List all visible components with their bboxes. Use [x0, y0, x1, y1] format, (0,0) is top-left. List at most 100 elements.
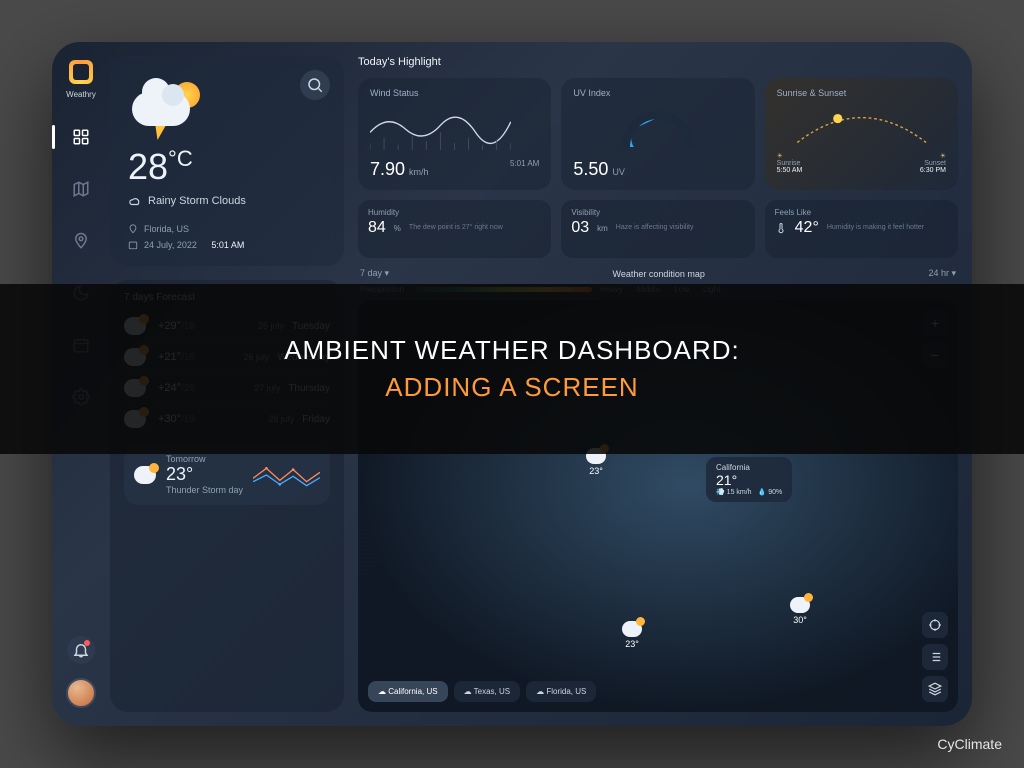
weather-icon	[128, 78, 208, 138]
visibility-unit: km	[597, 224, 608, 233]
nav-dashboard[interactable]	[52, 121, 110, 153]
humidity-unit: %	[394, 224, 401, 233]
highlight-row: Wind Status 7.90 km/h 5:01 AM UV Index 5.5…	[358, 78, 958, 190]
layers-button[interactable]	[922, 676, 948, 702]
uv-unit: UV	[612, 167, 625, 177]
current-temp: 28°C	[128, 146, 326, 188]
time-text: 5:01 AM	[211, 240, 244, 250]
datetime-row: 24 July, 2022 5:01 AM	[128, 240, 326, 250]
highlight-title: Today's Highlight	[358, 56, 958, 68]
grid-icon	[72, 128, 90, 146]
title-overlay: AMBIENT WEATHER DASHBOARD: ADDING A SCRE…	[0, 284, 1024, 454]
location-text: Florida, US	[144, 224, 189, 234]
current-weather-card: 28°C Rainy Storm Clouds Florida, US 24 J…	[110, 56, 344, 266]
sunset-block: ☀ Sunset6:30 PM	[920, 152, 946, 174]
visibility-title: Visibility	[571, 208, 744, 217]
app-logo	[69, 60, 93, 84]
bell-icon	[72, 641, 90, 659]
cloud-sun-icon	[134, 466, 156, 484]
visibility-note: Haze is affecting visibility	[616, 224, 694, 232]
tomorrow-text: Tomorrow 23° Thunder Storm day	[166, 454, 243, 495]
wind-card: Wind Status 7.90 km/h 5:01 AM	[358, 78, 551, 190]
feels-note: Humidity is making it feel hotter	[827, 224, 924, 232]
callout-humidity: 90%	[768, 489, 782, 496]
sun-card: Sunrise & Sunset ☀ Sunrise5:50 AM ☀ Suns…	[765, 78, 958, 190]
nav-map[interactable]	[52, 173, 110, 205]
visibility-card: Visibility 03 km Haze is affecting visibil…	[561, 200, 754, 258]
callout-wind: 15 km/h	[727, 489, 752, 496]
pin-icon	[72, 232, 90, 250]
feels-title: Feels Like	[775, 208, 948, 217]
brand-name: Weathry	[66, 90, 96, 99]
visibility-value: 03	[571, 219, 589, 237]
sun-arc	[777, 102, 946, 148]
sunrise-time: 5:50 AM	[777, 167, 803, 174]
wind-title: Wind Status	[370, 88, 539, 98]
sunset-time: 6:30 PM	[920, 167, 946, 174]
sunrise-label: Sunrise	[777, 160, 803, 167]
location-row: Florida, US	[128, 224, 326, 234]
temp-value: 28	[128, 146, 168, 187]
sunrise-block: ☀ Sunrise5:50 AM	[777, 152, 803, 174]
temp-unit: °C	[168, 146, 193, 171]
humidity-value: 84	[368, 219, 386, 237]
cloud-icon	[128, 194, 142, 208]
wind-unit: km/h	[409, 167, 429, 177]
map-range-right[interactable]: 24 hr ▾	[928, 268, 956, 279]
sun-title: Sunrise & Sunset	[777, 88, 946, 98]
current-condition: Rainy Storm Clouds	[128, 194, 326, 208]
user-avatar[interactable]	[66, 678, 96, 708]
map-callout: California 21° 💨 15 km/h💧 90%	[706, 457, 792, 502]
watermark: CyClimate	[937, 736, 1002, 752]
callout-temp: 21°	[716, 472, 782, 488]
uv-title: UV Index	[573, 88, 742, 98]
wind-value: 7.90	[370, 159, 405, 179]
sidebar-bottom	[66, 636, 96, 708]
map-icon	[72, 180, 90, 198]
search-button[interactable]	[300, 70, 330, 100]
uv-value: 5.50	[573, 159, 608, 179]
tomorrow-temp: 23°	[166, 464, 243, 485]
sunset-label: Sunset	[920, 160, 946, 167]
overlay-line1: AMBIENT WEATHER DASHBOARD:	[284, 335, 740, 366]
humidity-note: The dew point is 27° right now	[409, 224, 503, 232]
feels-value: 42°	[795, 219, 819, 237]
map-title: Weather condition map	[613, 269, 705, 279]
map-tab[interactable]: ☁ Florida, US	[526, 681, 596, 702]
map-pin[interactable]: 30°	[790, 597, 810, 625]
layers-icon	[928, 682, 942, 696]
map-header: 7 day ▾ Weather condition map 24 hr ▾	[358, 268, 958, 279]
locate-button[interactable]	[922, 612, 948, 638]
map-pin[interactable]: 23°	[622, 621, 642, 649]
sun-labels: ☀ Sunrise5:50 AM ☀ Sunset6:30 PM	[777, 152, 946, 174]
date-text: 24 July, 2022	[144, 240, 197, 250]
mini-row: Humidity 84% The dew point is 27° right n…	[358, 200, 958, 258]
map-tabs: ☁ California, US ☁ Texas, US☁ Florida, US	[368, 681, 596, 702]
map-layer-controls	[922, 612, 948, 702]
condition-text: Rainy Storm Clouds	[148, 195, 246, 207]
overlay-line2: ADDING A SCREEN	[385, 372, 638, 403]
search-icon	[306, 76, 324, 94]
uv-card: UV Index 5.50 UV	[561, 78, 754, 190]
map-tab[interactable]: ☁ Texas, US	[454, 681, 521, 702]
thermometer-icon	[775, 219, 787, 237]
map-tab[interactable]: ☁ California, US	[368, 681, 448, 702]
notifications-button[interactable]	[67, 636, 95, 664]
uv-gauge	[573, 102, 742, 156]
callout-name: California	[716, 463, 782, 472]
crosshair-icon	[928, 618, 942, 632]
list-icon	[928, 650, 942, 664]
map-range-left[interactable]: 7 day ▾	[360, 268, 389, 279]
sparkline	[253, 458, 320, 492]
wind-time: 5:01 AM	[510, 159, 539, 180]
feels-card: Feels Like 42° Humidity is making it feel…	[765, 200, 958, 258]
calendar-icon	[128, 240, 138, 250]
pin-icon	[128, 224, 138, 234]
nav-location[interactable]	[52, 225, 110, 257]
humidity-card: Humidity 84% The dew point is 27° right n…	[358, 200, 551, 258]
tomorrow-label: Tomorrow	[166, 454, 243, 464]
humidity-title: Humidity	[368, 208, 541, 217]
wind-chart	[370, 106, 511, 150]
list-button[interactable]	[922, 644, 948, 670]
tomorrow-condition: Thunder Storm day	[166, 485, 243, 495]
